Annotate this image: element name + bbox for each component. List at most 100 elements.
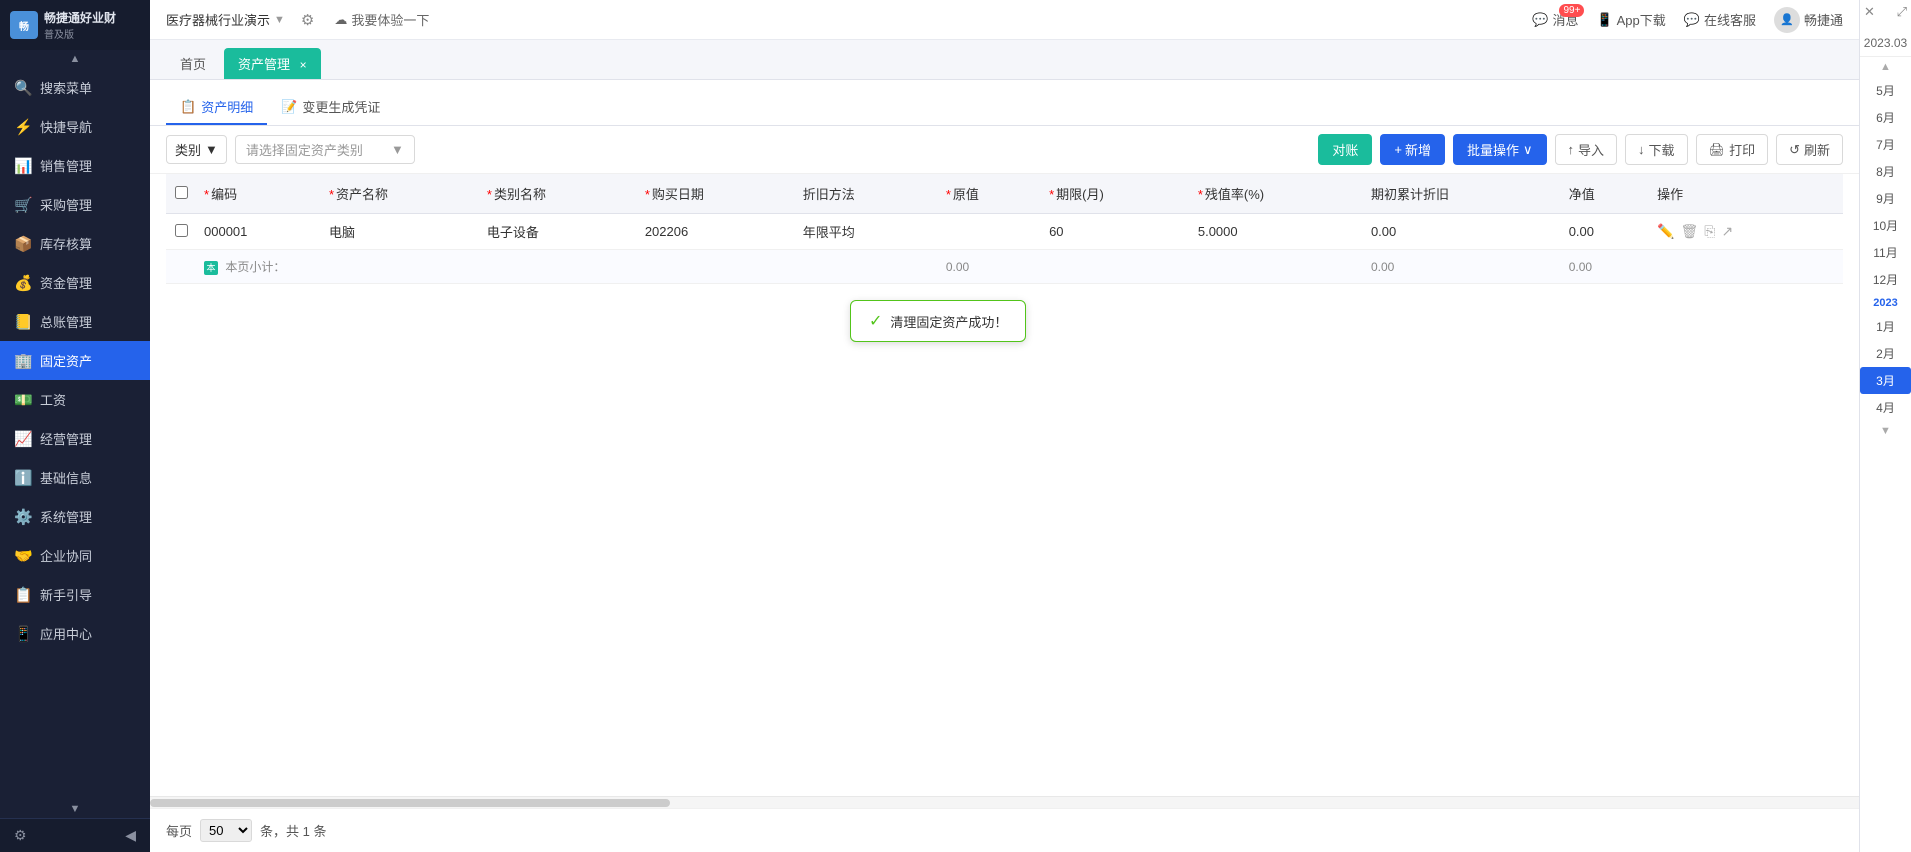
- brand-sub: 普及版: [44, 26, 116, 41]
- delete-icon[interactable]: 🗑: [1681, 223, 1699, 240]
- th-residual-rate: *残值率(%): [1190, 174, 1363, 214]
- top-header: 医疗器械行业演示 ▼ ⚙ ☁ 我要体验一下 💬 消息 99+ 📱 App下载 💬…: [150, 0, 1859, 40]
- category-filter[interactable]: 类别 ▼: [166, 135, 227, 164]
- download-button[interactable]: ↓ 下载: [1625, 134, 1688, 165]
- month-scroll-up[interactable]: ▲: [1880, 57, 1891, 77]
- sidebar-item-quick-nav[interactable]: ⚡ 快捷导航: [0, 107, 150, 146]
- th-purchase-date: *购买日期: [637, 174, 795, 214]
- month-item-8[interactable]: 8月: [1860, 158, 1911, 185]
- company-selector[interactable]: 医疗器械行业演示 ▼: [166, 10, 285, 29]
- month-item-6[interactable]: 6月: [1860, 104, 1911, 131]
- tab-home[interactable]: 首页: [166, 48, 220, 79]
- month-item-10[interactable]: 10月: [1860, 212, 1911, 239]
- sidebar-item-guide[interactable]: 📋 新手引导: [0, 575, 150, 614]
- import-icon: ↑: [1568, 142, 1575, 157]
- header-settings-icon[interactable]: ⚙: [301, 11, 314, 29]
- row-period: 60: [1041, 214, 1190, 250]
- month-item-3[interactable]: 3月: [1860, 367, 1911, 394]
- inventory-icon: 📦: [14, 235, 32, 253]
- duizhang-button[interactable]: 对账: [1318, 134, 1372, 165]
- table-row: 000001 电脑 电子设备 202206 年限平均 60 5.0000 0.0…: [166, 214, 1843, 250]
- refresh-button[interactable]: ↺ 刷新: [1776, 134, 1843, 165]
- sidebar-item-app-center[interactable]: 📱 应用中心: [0, 614, 150, 653]
- th-action: 操作: [1649, 174, 1843, 214]
- app-download-button[interactable]: 📱 App下载: [1596, 10, 1665, 29]
- month-item-2[interactable]: 2月: [1860, 340, 1911, 367]
- scrollbar-thumb[interactable]: [150, 799, 670, 807]
- tab-asset-management[interactable]: 资产管理 ×: [224, 48, 321, 79]
- subtotal-checkbox-cell: [166, 250, 196, 284]
- subtotal-action: [1649, 250, 1843, 284]
- sidebar-item-operations[interactable]: 📈 经营管理: [0, 419, 150, 458]
- month-item-12[interactable]: 12月: [1860, 266, 1911, 293]
- sidebar-item-finance[interactable]: 💰 资金管理: [0, 263, 150, 302]
- row-residual-rate: 5.0000: [1190, 214, 1363, 250]
- purchase-icon: 🛒: [14, 196, 32, 214]
- table-header-row: *编码 *资产名称 *类别名称 *购买日期 折旧方法 *原值 *期限(月) *残…: [166, 174, 1843, 214]
- edit-icon[interactable]: ✏️: [1657, 223, 1674, 240]
- sidebar-item-label: 新手引导: [40, 585, 92, 604]
- sidebar-item-inventory[interactable]: 📦 库存核算: [0, 224, 150, 263]
- month-item-1[interactable]: 1月: [1860, 313, 1911, 340]
- tab-home-label: 首页: [180, 57, 206, 72]
- year-2023-label: 2023: [1873, 293, 1897, 313]
- panel-expand-button[interactable]: ⤢: [1897, 4, 1907, 20]
- copy-icon[interactable]: ⎘: [1704, 223, 1715, 240]
- row-category: 电子设备: [479, 214, 637, 250]
- horizontal-scrollbar[interactable]: [150, 796, 1859, 808]
- sidebar-scroll-up[interactable]: ▲: [0, 50, 150, 68]
- message-button[interactable]: 💬 消息 99+: [1532, 10, 1578, 29]
- sidebar-footer: ⚙ ◀: [0, 818, 150, 852]
- sub-tab-change-voucher[interactable]: 📝 变更生成凭证: [267, 90, 394, 125]
- new-button[interactable]: + 新增: [1380, 134, 1445, 165]
- sidebar-item-fixed-assets[interactable]: 🏢 固定资产: [0, 341, 150, 380]
- month-item-7[interactable]: 7月: [1860, 131, 1911, 158]
- settings-footer-icon[interactable]: ⚙: [14, 827, 27, 844]
- category-input[interactable]: 请选择固定资产类别 ▼: [235, 135, 415, 164]
- success-toast: ✓ 清理固定资产成功！: [850, 300, 1026, 342]
- experience-button[interactable]: ☁ 我要体验一下: [334, 10, 429, 29]
- sidebar-item-basic-info[interactable]: ℹ️ 基础信息: [0, 458, 150, 497]
- month-item-9[interactable]: 9月: [1860, 185, 1911, 212]
- sidebar-item-label: 工资: [40, 390, 66, 409]
- subtotal-net: 0.00: [1561, 250, 1649, 284]
- message-icon: 💬: [1532, 12, 1548, 28]
- tab-close-icon[interactable]: ×: [300, 58, 307, 72]
- sub-tab-asset-detail-label: 资产明细: [201, 97, 253, 116]
- per-page-select[interactable]: 50 10 20 100: [200, 819, 252, 842]
- select-all-checkbox[interactable]: [175, 186, 188, 199]
- sidebar-item-payroll[interactable]: 💵 工资: [0, 380, 150, 419]
- panel-close-button[interactable]: ✕: [1864, 4, 1875, 20]
- month-scroll-down[interactable]: ▼: [1880, 421, 1891, 441]
- company-name: 医疗器械行业演示: [166, 10, 270, 29]
- month-item-4[interactable]: 4月: [1860, 394, 1911, 421]
- import-button[interactable]: ↑ 导入: [1555, 134, 1618, 165]
- print-button[interactable]: 🖨 打印: [1696, 134, 1769, 165]
- month-item-5[interactable]: 5月: [1860, 77, 1911, 104]
- user-menu[interactable]: 👤 畅捷通: [1774, 7, 1843, 33]
- sidebar-item-system[interactable]: ⚙️ 系统管理: [0, 497, 150, 536]
- th-depreciation-method: 折旧方法: [795, 174, 938, 214]
- sidebar-item-enterprise[interactable]: 🤝 企业协同: [0, 536, 150, 575]
- cloud-icon: ☁: [334, 12, 347, 28]
- download-label: 下载: [1649, 140, 1675, 159]
- sidebar-scroll-down[interactable]: ▼: [0, 800, 150, 818]
- sidebar-item-ledger[interactable]: 📒 总账管理: [0, 302, 150, 341]
- tab-active-label: 资产管理: [238, 57, 290, 72]
- online-service-button[interactable]: 💬 在线客服: [1684, 10, 1756, 29]
- company-selector-arrow-icon: ▼: [274, 14, 285, 26]
- batch-button[interactable]: 批量操作 ∨: [1453, 134, 1547, 165]
- th-net-value: 净值: [1561, 174, 1649, 214]
- row-initial-accumulated: 0.00: [1363, 214, 1561, 250]
- sub-tab-asset-detail[interactable]: 📋 资产明细: [166, 90, 267, 125]
- fixed-assets-icon: 🏢: [14, 352, 32, 370]
- sidebar-item-purchase[interactable]: 🛒 采购管理: [0, 185, 150, 224]
- more-icon[interactable]: ↗: [1722, 223, 1734, 240]
- sidebar-item-sales[interactable]: 📊 销售管理: [0, 146, 150, 185]
- th-code: *编码: [196, 174, 321, 214]
- month-item-11[interactable]: 11月: [1860, 239, 1911, 266]
- th-name: *资产名称: [321, 174, 479, 214]
- sidebar-item-search[interactable]: 🔍 搜索菜单: [0, 68, 150, 107]
- collapse-sidebar-icon[interactable]: ◀: [125, 827, 136, 844]
- row-checkbox[interactable]: [175, 224, 188, 237]
